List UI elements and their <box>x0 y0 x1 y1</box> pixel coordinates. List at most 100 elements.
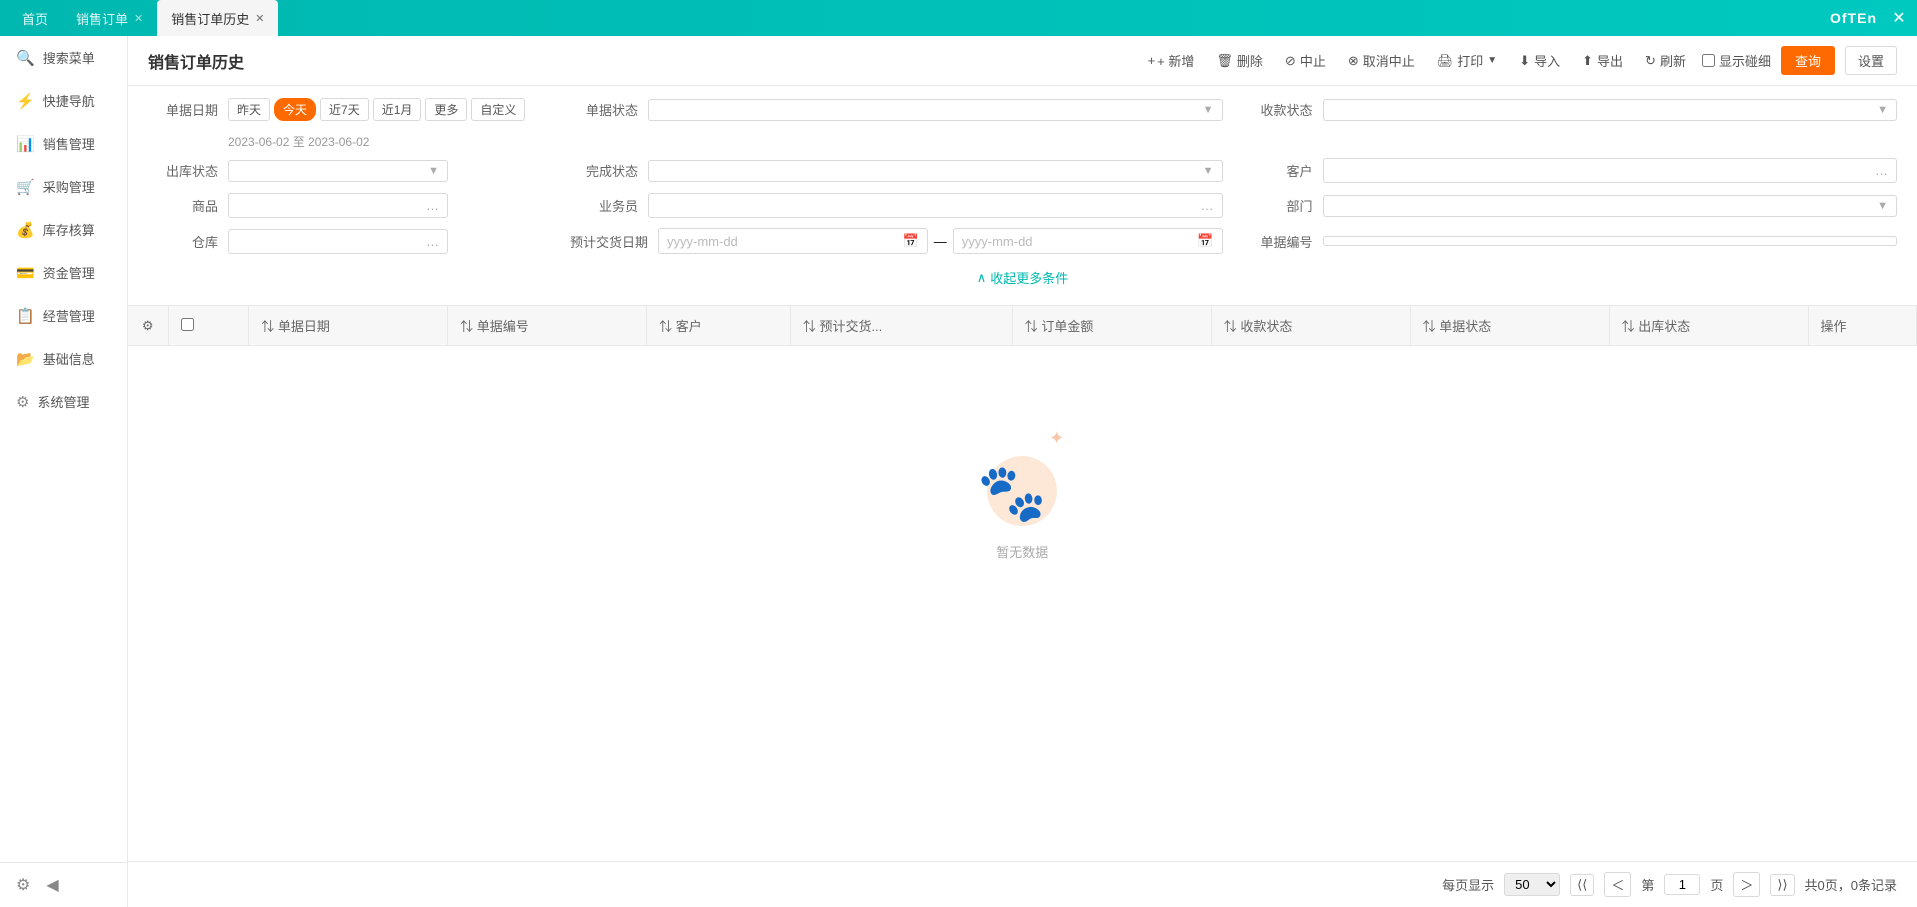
dept-label: 部门 <box>1243 196 1323 215</box>
salesman-input[interactable]: … <box>648 193 1223 218</box>
filter-complete-col: 完成状态 ▼ <box>568 160 1223 182</box>
expected-date-from-input[interactable]: yyyy-mm-dd 📅 <box>658 228 928 254</box>
th-receipt-status[interactable]: ⇅ 收款状态 <box>1211 306 1410 346</box>
calendar-to-icon[interactable]: 📅 <box>1197 233 1213 249</box>
tab-sales-order-history[interactable]: 销售订单历史 ✕ <box>157 0 278 36</box>
table-header-row: ⚙ ⇅ 单据日期 ⇅ 单据编号 <box>128 306 1917 346</box>
th-doc-status[interactable]: ⇅ 单据状态 <box>1410 306 1609 346</box>
cancel-stop-button[interactable]: ⊗ 取消中止 <box>1342 48 1421 73</box>
collapse-filter-button[interactable]: ∧ 收起更多条件 <box>148 264 1897 293</box>
window-close-button[interactable]: ✕ <box>1889 8 1909 28</box>
date-btn-today[interactable]: 今天 <box>274 98 316 121</box>
complete-status-label: 完成状态 <box>568 161 648 180</box>
th-expected-date[interactable]: ⇅ 预计交货... <box>790 306 1012 346</box>
total-text: 共0页，0条记录 <box>1805 875 1897 894</box>
filter-row-3: 商品 … 业务员 … 部门 <box>148 193 1897 218</box>
page-prev-button[interactable]: ＜ <box>1604 872 1631 897</box>
th-customer[interactable]: ⇅ 客户 <box>647 306 791 346</box>
sidebar-item-fund-mgmt[interactable]: 💳 资金管理 <box>0 251 127 294</box>
warehouse-label: 仓库 <box>148 232 228 251</box>
doc-status-select[interactable]: ▼ <box>648 99 1223 121</box>
filter-row-2: 出库状态 ▼ 完成状态 ▼ 客户 <box>148 158 1897 183</box>
import-icon: ⬇ <box>1519 53 1530 69</box>
main-layout: 🔍 搜索菜单 ⚡ 快捷导航 📊 销售管理 🛒 采购管理 💰 库存核算 💳 资金管… <box>0 36 1917 907</box>
sidebar-item-base-info[interactable]: 📂 基础信息 <box>0 337 127 380</box>
settings-icon[interactable]: ⚙ <box>16 875 30 895</box>
page-first-button[interactable]: ⟨⟨ <box>1570 874 1594 896</box>
complete-status-select[interactable]: ▼ <box>648 160 1223 182</box>
expected-date-to-input[interactable]: yyyy-mm-dd 📅 <box>953 228 1223 254</box>
settings-gear-icon[interactable]: ⚙ <box>142 318 154 333</box>
dept-select[interactable]: ▼ <box>1323 195 1898 217</box>
select-all-checkbox[interactable] <box>181 318 194 331</box>
sidebar-item-ops-mgmt[interactable]: 📋 经营管理 <box>0 294 127 337</box>
warehouse-ellipsis: … <box>426 234 439 249</box>
date-btn-1month[interactable]: 近1月 <box>373 98 422 121</box>
sidebar-item-sys-mgmt[interactable]: ⚙ 系统管理 <box>0 380 127 423</box>
doc-number-label: 单据编号 <box>1243 232 1323 251</box>
th-delivery-status[interactable]: ⇅ 出库状态 <box>1609 306 1808 346</box>
receipt-status-label: 收款状态 <box>1243 100 1323 119</box>
sidebar-item-quick-nav[interactable]: ⚡ 快捷导航 <box>0 79 127 122</box>
doc-number-input[interactable] <box>1323 236 1898 246</box>
th-doc-date[interactable]: ⇅ 单据日期 <box>249 306 448 346</box>
tab-home[interactable]: 首页 <box>8 0 62 36</box>
content-area: 销售订单历史 + + 新增 🗑 删除 ⊘ 中止 ⊗ 取消中止 <box>128 36 1917 907</box>
date-btn-custom[interactable]: 自定义 <box>471 98 525 121</box>
tab-sales-order[interactable]: 销售订单 ✕ <box>62 0 157 36</box>
delete-button[interactable]: 🗑 删除 <box>1210 48 1269 73</box>
new-icon: + <box>1148 53 1156 68</box>
dept-chevron: ▼ <box>1877 200 1888 212</box>
ops-mgmt-icon: 📋 <box>16 307 35 325</box>
refresh-button[interactable]: ↻ 刷新 <box>1639 48 1692 73</box>
tab-close-sales-order[interactable]: ✕ <box>134 12 143 25</box>
stop-button[interactable]: ⊘ 中止 <box>1279 48 1332 73</box>
sidebar-item-search-menu[interactable]: 🔍 搜索菜单 <box>0 36 127 79</box>
customer-input[interactable]: … <box>1323 158 1898 183</box>
show-cols-checkbox-label[interactable]: 显示碰细 <box>1702 51 1771 70</box>
import-button[interactable]: ⬇ 导入 <box>1513 48 1566 73</box>
sys-mgmt-icon: ⚙ <box>16 393 29 411</box>
th-checkbox[interactable] <box>168 306 249 346</box>
date-btn-more[interactable]: 更多 <box>425 98 467 121</box>
receipt-status-select[interactable]: ▼ <box>1323 99 1898 121</box>
th-order-amount[interactable]: ⇅ 订单金额 <box>1012 306 1211 346</box>
show-cols-checkbox[interactable] <box>1702 54 1715 67</box>
new-button[interactable]: + + 新增 <box>1142 48 1201 73</box>
empty-icon-container: 🐾 ✦ <box>972 426 1072 526</box>
toolbar: + + 新增 🗑 删除 ⊘ 中止 ⊗ 取消中止 🖨 打印 <box>1142 46 1897 75</box>
filter-receipt-status-col: 收款状态 ▼ <box>1243 99 1898 121</box>
goods-label: 商品 <box>148 196 228 215</box>
date-btn-yesterday[interactable]: 昨天 <box>228 98 270 121</box>
sidebar-item-purchase-mgmt[interactable]: 🛒 采购管理 <box>0 165 127 208</box>
page-next-button[interactable]: ＞ <box>1733 872 1760 897</box>
delivery-status-label: 出库状态 <box>148 161 228 180</box>
th-doc-number[interactable]: ⇅ 单据编号 <box>448 306 647 346</box>
refresh-icon: ↻ <box>1645 53 1656 69</box>
query-button[interactable]: 查询 <box>1781 46 1835 75</box>
pagination-bar: 每页显示 50 10 20 100 ⟨⟨ ＜ 第 页 ＞ ⟩⟩ 共0页，0条记录 <box>128 861 1917 907</box>
export-button[interactable]: ⬆ 导出 <box>1576 48 1629 73</box>
page-number-input[interactable] <box>1664 874 1700 895</box>
empty-state-row: 🐾 ✦ 暂无数据 <box>128 346 1917 642</box>
th-settings[interactable]: ⚙ <box>128 306 168 346</box>
date-btn-7days[interactable]: 近7天 <box>320 98 369 121</box>
delete-icon: 🗑 <box>1216 53 1233 69</box>
print-icon: 🖨 <box>1437 53 1454 69</box>
calendar-from-icon[interactable]: 📅 <box>903 233 919 249</box>
print-button[interactable]: 🖨 打印 ▼ <box>1431 48 1503 73</box>
warehouse-input[interactable]: … <box>228 229 448 254</box>
page-title: 销售订单历史 <box>148 49 1142 73</box>
delivery-status-select[interactable]: ▼ <box>228 160 448 182</box>
per-page-select[interactable]: 50 10 20 100 <box>1504 873 1560 896</box>
sidebar-item-inventory-calc[interactable]: 💰 库存核算 <box>0 208 127 251</box>
settings-button[interactable]: 设置 <box>1845 46 1897 75</box>
collapse-sidebar-icon[interactable]: ◀ <box>46 875 58 895</box>
goods-input[interactable]: … <box>228 193 448 218</box>
sidebar-item-sales-mgmt[interactable]: 📊 销售管理 <box>0 122 127 165</box>
empty-text: 暂无数据 <box>996 542 1048 561</box>
print-dropdown-icon: ▼ <box>1487 55 1497 66</box>
salesman-label: 业务员 <box>568 196 648 215</box>
tab-close-sales-order-history[interactable]: ✕ <box>255 12 264 25</box>
page-last-button[interactable]: ⟩⟩ <box>1770 874 1794 896</box>
